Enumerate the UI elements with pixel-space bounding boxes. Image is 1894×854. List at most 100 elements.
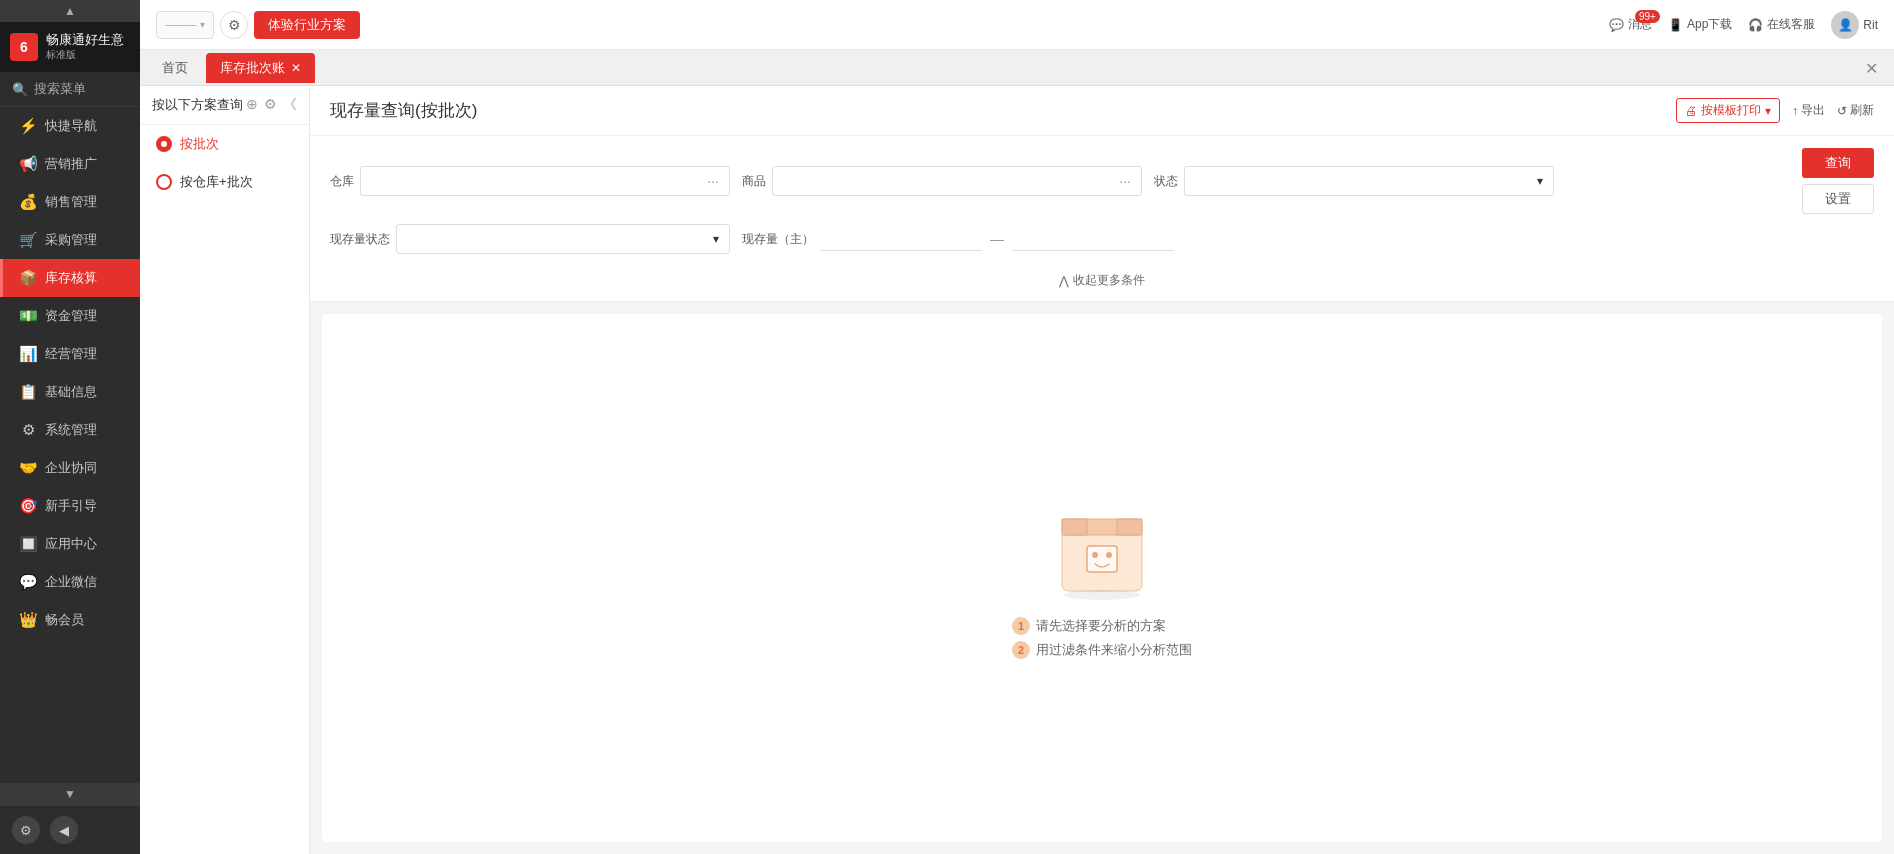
app-company-name: 畅康通好生意 [46, 32, 124, 48]
avatar-icon: 👤 [1838, 18, 1853, 32]
warehouse-more-icon[interactable]: ··· [707, 173, 719, 189]
left-panel-actions: ⊕ ⚙ 《 [246, 96, 297, 114]
sidebar-scroll-up[interactable]: ▲ [0, 0, 140, 22]
page-header-actions: 🖨 按模板打印 ▾ ↑ 导出 ↺ 刷新 [1676, 98, 1874, 123]
print-icon: 🖨 [1685, 104, 1697, 118]
sidebar-item-basic-info[interactable]: 📋 基础信息 [0, 373, 140, 411]
sidebar-item-operations[interactable]: 📊 经营管理 [0, 335, 140, 373]
filter-item-inventory-main: 现存量（主） — [742, 228, 1142, 251]
hint-text-1: 请先选择要分析的方案 [1036, 617, 1166, 635]
status-label: 状态 [1154, 173, 1178, 190]
plan-item-by-warehouse-batch[interactable]: 按仓库+批次 [140, 163, 309, 201]
collapse-more-btn[interactable]: ⋀ 收起更多条件 [330, 264, 1874, 289]
sidebar-item-new-guide[interactable]: 🎯 新手引导 [0, 487, 140, 525]
fullscreen-close-btn[interactable]: ✕ [1865, 59, 1878, 78]
workspace-name: ──── [165, 19, 196, 31]
filter-area: 仓库 ··· 商品 ··· [310, 136, 1894, 302]
plan-label-by-batch: 按批次 [180, 135, 219, 153]
svg-marker-2 [1062, 519, 1087, 535]
tab-home[interactable]: 首页 [148, 53, 202, 83]
settings-gear-btn[interactable]: ⚙ [220, 11, 248, 39]
query-btn[interactable]: 查询 [1802, 148, 1874, 178]
tabsbar: 首页 库存批次账 ✕ ✕ [140, 50, 1894, 86]
sidebar-item-finance[interactable]: 💵 资金管理 [0, 297, 140, 335]
enterprise-collab-icon: 🤝 [19, 459, 37, 477]
sidebar-item-app-center[interactable]: 🔲 应用中心 [0, 525, 140, 563]
sidebar-item-label: 采购管理 [45, 231, 97, 249]
sidebar-item-purchase[interactable]: 🛒 采购管理 [0, 221, 140, 259]
tab-close-icon[interactable]: ✕ [291, 61, 301, 75]
inventory-main-from[interactable] [820, 228, 982, 251]
sidebar-scroll-down[interactable]: ▼ [0, 783, 140, 805]
print-template-btn[interactable]: 🖨 按模板打印 ▾ [1676, 98, 1780, 123]
sidebar-item-enterprise-collab[interactable]: 🤝 企业协同 [0, 449, 140, 487]
app-download-label: App下载 [1687, 16, 1732, 33]
plan-item-by-batch[interactable]: 按批次 [140, 125, 309, 163]
refresh-icon: ↺ [1837, 104, 1847, 118]
inventory-main-range: — [820, 228, 1174, 251]
sidebar-item-inventory[interactable]: 📦 库存核算 [0, 259, 140, 297]
export-icon: ↑ [1792, 104, 1798, 118]
user-menu-btn[interactable]: 👤 Rit [1831, 11, 1878, 39]
sidebar-item-marketing[interactable]: 📢 营销推广 [0, 145, 140, 183]
settings-plan-icon[interactable]: ⚙ [264, 96, 277, 114]
empty-state: 1 请先选择要分析的方案 2 用过滤条件来缩小分析范围 [322, 314, 1882, 842]
add-plan-icon[interactable]: ⊕ [246, 96, 258, 114]
warehouse-label: 仓库 [330, 173, 354, 190]
print-label: 按模板打印 [1701, 102, 1761, 119]
page-title: 现存量查询(按批次) [330, 99, 477, 122]
filter-item-status: 状态 ▾ [1154, 166, 1554, 196]
user-avatar: 👤 [1831, 11, 1859, 39]
sidebar-item-sales[interactable]: 💰 销售管理 [0, 183, 140, 221]
app-center-icon: 🔲 [19, 535, 37, 553]
app-version: 标准版 [46, 48, 124, 62]
status-select[interactable]: ▾ [1184, 166, 1554, 196]
product-more-icon[interactable]: ··· [1119, 173, 1131, 189]
settings-btn[interactable]: 设置 [1802, 184, 1874, 214]
product-input[interactable]: ··· [772, 166, 1142, 196]
sidebar-item-label: 企业微信 [45, 573, 97, 591]
workspace-dropdown[interactable]: ──── ▾ [156, 11, 214, 39]
filter-actions: 查询 设置 [1802, 148, 1874, 214]
settings-footer-btn[interactable]: ⚙ [12, 816, 40, 844]
right-main: 现存量查询(按批次) 🖨 按模板打印 ▾ ↑ 导出 ↺ 刷新 [310, 86, 1894, 854]
home-tab-label: 首页 [162, 59, 188, 77]
product-label: 商品 [742, 173, 766, 190]
collapse-sidebar-icon: ◀ [59, 823, 69, 838]
app-download-btn[interactable]: 📱 App下载 [1668, 16, 1732, 33]
sidebar-search[interactable]: 🔍 搜索菜单 [0, 72, 140, 107]
trial-industry-btn[interactable]: 体验行业方案 [254, 11, 360, 39]
inventory-icon: 📦 [19, 269, 37, 287]
online-service-btn[interactable]: 🎧 在线客服 [1748, 16, 1815, 33]
inventory-main-to[interactable] [1012, 228, 1174, 251]
sidebar-item-quick-nav[interactable]: ⚡ 快捷导航 [0, 107, 140, 145]
refresh-btn[interactable]: ↺ 刷新 [1837, 102, 1874, 119]
export-btn[interactable]: ↑ 导出 [1792, 102, 1825, 119]
gear-icon: ⚙ [228, 17, 241, 33]
warehouse-input[interactable]: ··· [360, 166, 730, 196]
inventory-status-label: 现存量状态 [330, 231, 390, 248]
message-icon: 💬 [1609, 18, 1624, 32]
dropdown-chevron-icon: ▾ [200, 19, 205, 30]
inventory-status-select[interactable]: ▾ [396, 224, 730, 254]
empty-illustration [1042, 491, 1162, 601]
topbar-right: 💬 消息 99+ 📱 App下载 🎧 在线客服 👤 Rit [1609, 11, 1878, 39]
status-dropdown-icon: ▾ [1537, 174, 1543, 188]
purchase-icon: 🛒 [19, 231, 37, 249]
left-panel-header: 按以下方案查询 ⊕ ⚙ 《 [140, 86, 309, 125]
members-icon: 👑 [19, 611, 37, 629]
sidebar-item-system[interactable]: ⚙ 系统管理 [0, 411, 140, 449]
tab-inventory-batch[interactable]: 库存批次账 ✕ [206, 53, 315, 83]
svg-point-5 [1092, 552, 1098, 558]
empty-hint-1: 1 请先选择要分析的方案 [1012, 617, 1192, 635]
collapse-more-label: 收起更多条件 [1073, 272, 1145, 289]
finance-icon: 💵 [19, 307, 37, 325]
collapse-sidebar-btn[interactable]: ◀ [50, 816, 78, 844]
collapse-panel-icon[interactable]: 《 [283, 96, 297, 114]
sidebar-item-members[interactable]: 👑 畅会员 [0, 601, 140, 639]
messages-badge: 99+ [1635, 10, 1660, 23]
sidebar-item-label: 系统管理 [45, 421, 97, 439]
collapse-up-icon: ⋀ [1059, 274, 1069, 288]
sidebar-item-enterprise-wechat[interactable]: 💬 企业微信 [0, 563, 140, 601]
messages-btn[interactable]: 💬 消息 99+ [1609, 16, 1652, 33]
